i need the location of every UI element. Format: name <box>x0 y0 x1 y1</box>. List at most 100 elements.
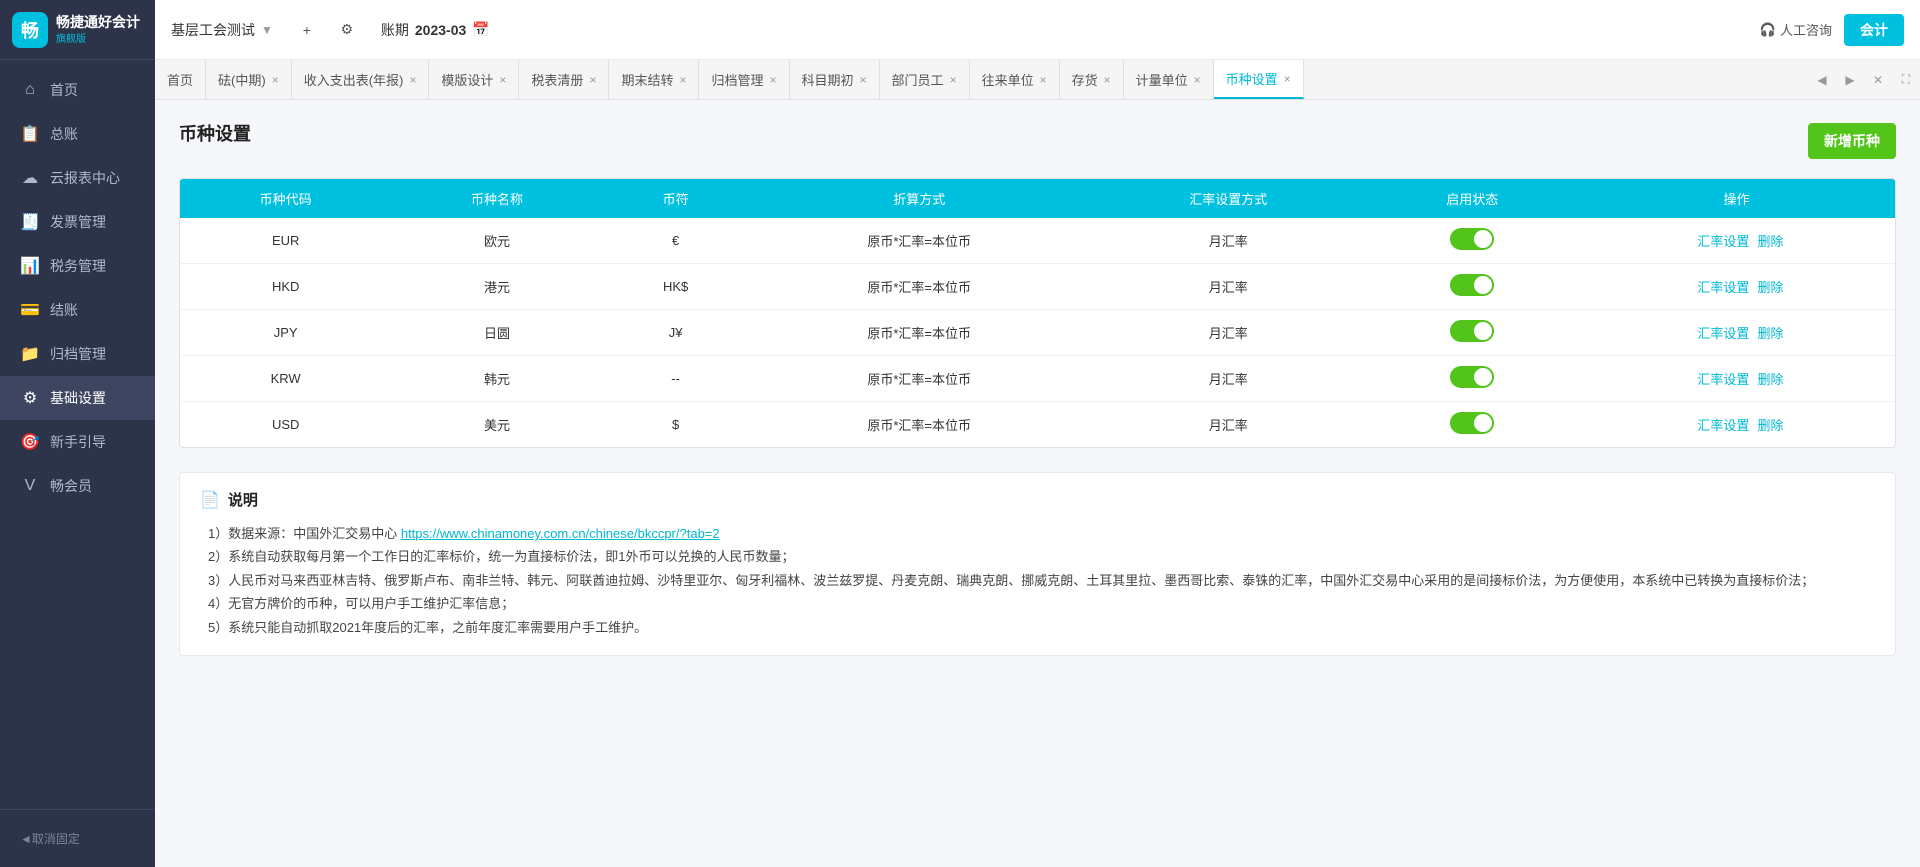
nav-icon-archive: 📁 <box>20 344 40 364</box>
tab-close-income[interactable]: × <box>409 73 416 87</box>
col-header-折算方式: 折算方式 <box>749 179 1090 218</box>
sidebar-item-archive[interactable]: 📁 归档管理 <box>0 332 155 376</box>
tab-bar: 首页砝(中期) ×收入支出表(年报) ×模版设计 ×税表清册 ×期末结转 ×归档… <box>155 60 1920 100</box>
tab-close-archive[interactable]: × <box>770 73 777 87</box>
rate-setting-link[interactable]: 汇率设置 <box>1697 418 1749 433</box>
delete-link[interactable]: 删除 <box>1757 372 1783 387</box>
cell-toggle <box>1367 218 1578 264</box>
tab-close-currency[interactable]: × <box>1284 72 1291 86</box>
explanation-title-text: 说明 <box>228 489 258 510</box>
delete-link[interactable]: 删除 <box>1757 234 1783 249</box>
tab-close-unit[interactable]: × <box>1194 73 1201 87</box>
nav-icon-newbie: 🎯 <box>20 432 40 452</box>
tab-close-subjects[interactable]: × <box>860 73 867 87</box>
tab-close-all-button[interactable]: ✕ <box>1864 60 1892 100</box>
rate-setting-link[interactable]: 汇率设置 <box>1697 234 1749 249</box>
nav-label-archive: 归档管理 <box>50 344 106 364</box>
period-calendar-icon[interactable]: 📅 <box>472 21 489 38</box>
tab-template[interactable]: 模版设计 × <box>429 60 519 99</box>
nav-icon-reports: ☁ <box>20 168 40 188</box>
nav-label-checkout: 结账 <box>50 300 78 320</box>
sidebar-item-home[interactable]: ⌂首页 <box>0 68 155 112</box>
sidebar-item-member[interactable]: V畅会员 <box>0 464 155 508</box>
explanation-icon: 📄 <box>200 490 220 510</box>
tab-income[interactable]: 收入支出表(年报) × <box>292 60 430 99</box>
tab-close-tax[interactable]: × <box>589 73 596 87</box>
cell-rate-type: 月汇率 <box>1090 356 1367 402</box>
sidebar-item-reports[interactable]: ☁云报表中心 <box>0 156 155 200</box>
sidebar-item-newbie[interactable]: 🎯新手引导 <box>0 420 155 464</box>
cell-code: JPY <box>180 310 391 356</box>
tab-label-balance: 砝(中期) <box>218 70 266 89</box>
delete-link[interactable]: 删除 <box>1757 418 1783 433</box>
tab-next-button[interactable]: ▶ <box>1836 60 1864 100</box>
tab-close-customers[interactable]: × <box>1040 73 1047 87</box>
cell-name: 韩元 <box>391 356 602 402</box>
tab-label-period-end: 期末结转 <box>621 70 673 89</box>
explanation-list: 1）数据来源：中国外汇交易中心 https://www.chinamoney.c… <box>200 522 1875 639</box>
tab-home[interactable]: 首页 <box>155 60 206 99</box>
workspace-dropdown-icon: ▼ <box>261 23 273 37</box>
settings-icon-button[interactable]: ⚙ <box>333 16 361 44</box>
tab-label-archive: 归档管理 <box>711 70 763 89</box>
nav-icon-settings: ⚙ <box>20 388 40 408</box>
tab-currency[interactable]: 币种设置 × <box>1214 60 1304 99</box>
tab-unit[interactable]: 计量单位 × <box>1124 60 1214 99</box>
pin-toggle[interactable]: ◄取消固定 <box>0 822 155 855</box>
table-header: 币种代码币种名称币符折算方式汇率设置方式启用状态操作 <box>180 179 1895 218</box>
tab-archive[interactable]: 归档管理 × <box>699 60 789 99</box>
logo-sub-text: 旗舰版 <box>56 30 140 45</box>
help-button[interactable]: 🎧 人工咨询 <box>1760 20 1832 39</box>
user-button[interactable]: 会计 <box>1844 14 1904 46</box>
tab-prev-button[interactable]: ◀ <box>1808 60 1836 100</box>
sidebar-item-settings[interactable]: ⚙ 基础设置 <box>0 376 155 420</box>
col-header-币种代码: 币种代码 <box>180 179 391 218</box>
period-value: 2023-03 <box>415 22 466 38</box>
table-body: EUR欧元€原币*汇率=本位币月汇率汇率设置删除HKD港元HK$原币*汇率=本位… <box>180 218 1895 447</box>
external-link[interactable]: https://www.chinamoney.com.cn/chinese/bk… <box>401 526 720 541</box>
sidebar-item-ledger[interactable]: 📋总账 <box>0 112 155 156</box>
tab-close-dept[interactable]: × <box>950 73 957 87</box>
tab-customers[interactable]: 往来单位 × <box>970 60 1060 99</box>
rate-setting-link[interactable]: 汇率设置 <box>1697 372 1749 387</box>
nav-label-home: 首页 <box>50 80 78 100</box>
sidebar-item-checkout[interactable]: 💳结账 <box>0 288 155 332</box>
explanation-item-3: 3）人民币对马来西亚林吉特、俄罗斯卢布、南非兰特、韩元、阿联酋迪拉姆、沙特里亚尔… <box>208 569 1875 592</box>
enable-toggle[interactable] <box>1450 320 1494 342</box>
workspace-selector[interactable]: 基层工会测试 ▼ <box>171 20 273 40</box>
col-header-汇率设置方式: 汇率设置方式 <box>1090 179 1367 218</box>
sidebar-item-tax[interactable]: 📊税务管理 <box>0 244 155 288</box>
tab-close-period-end[interactable]: × <box>679 73 686 87</box>
enable-toggle[interactable] <box>1450 366 1494 388</box>
cell-toggle <box>1367 356 1578 402</box>
tab-dept[interactable]: 部门员工 × <box>880 60 970 99</box>
enable-toggle[interactable] <box>1450 274 1494 296</box>
rate-setting-link[interactable]: 汇率设置 <box>1697 280 1749 295</box>
tab-balance[interactable]: 砝(中期) × <box>206 60 292 99</box>
cell-toggle <box>1367 310 1578 356</box>
add-workspace-button[interactable]: + <box>293 16 321 44</box>
tab-close-template[interactable]: × <box>499 73 506 87</box>
delete-link[interactable]: 删除 <box>1757 280 1783 295</box>
tab-expand-button[interactable]: ⛶ <box>1892 60 1920 100</box>
nav-label-settings: 基础设置 <box>50 388 106 408</box>
explanation-item-1: 1）数据来源：中国外汇交易中心 https://www.chinamoney.c… <box>208 522 1875 545</box>
tab-subjects[interactable]: 科目期初 × <box>790 60 880 99</box>
logo-icon: 畅 <box>12 12 48 48</box>
tab-period-end[interactable]: 期末结转 × <box>609 60 699 99</box>
sidebar-item-invoice[interactable]: 🧾发票管理 <box>0 200 155 244</box>
rate-setting-link[interactable]: 汇率设置 <box>1697 326 1749 341</box>
tab-close-inventory[interactable]: × <box>1104 73 1111 87</box>
tab-close-balance[interactable]: × <box>272 73 279 87</box>
cell-conversion: 原币*汇率=本位币 <box>749 402 1090 448</box>
tab-tax[interactable]: 税表清册 × <box>519 60 609 99</box>
enable-toggle[interactable] <box>1450 412 1494 434</box>
sidebar-bottom: ◄取消固定 <box>0 809 155 867</box>
cell-actions: 汇率设置删除 <box>1578 218 1895 264</box>
tab-label-dept: 部门员工 <box>892 70 944 89</box>
delete-link[interactable]: 删除 <box>1757 326 1783 341</box>
tab-inventory[interactable]: 存货 × <box>1060 60 1124 99</box>
enable-toggle[interactable] <box>1450 228 1494 250</box>
new-currency-button[interactable]: 新增币种 <box>1808 123 1896 159</box>
cell-symbol: $ <box>603 402 749 448</box>
